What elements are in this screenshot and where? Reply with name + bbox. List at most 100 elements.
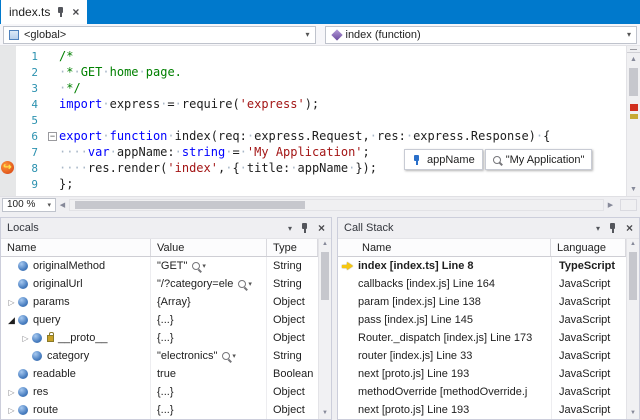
scroll-up-icon[interactable]: ▲ bbox=[319, 239, 331, 250]
locals-scrollbar[interactable]: ▲ ▼ bbox=[318, 239, 331, 419]
locals-row[interactable]: ▷params{Array}Object bbox=[1, 293, 318, 311]
callstack-row[interactable]: Router._dispatch [index.js] Line 173Java… bbox=[338, 329, 626, 347]
scrollbar-thumb[interactable] bbox=[321, 252, 329, 300]
code-line[interactable]: 9}; bbox=[0, 176, 626, 192]
locals-panel-header[interactable]: Locals ▾ × bbox=[1, 218, 331, 239]
locals-row[interactable]: originalUrl"/?category=ele▾String bbox=[1, 275, 318, 293]
line-margin[interactable] bbox=[0, 80, 16, 96]
frame-name: router [index.js] Line 33 bbox=[358, 350, 551, 362]
scroll-down-icon[interactable]: ▼ bbox=[627, 408, 639, 419]
tab-index-ts[interactable]: index.ts × bbox=[1, 0, 87, 24]
chevron-down-icon[interactable]: ▾ bbox=[627, 30, 631, 39]
column-header-name[interactable]: Name bbox=[338, 239, 551, 256]
locals-row[interactable]: readabletrueBoolean bbox=[1, 365, 318, 383]
fold-collapse-icon[interactable]: − bbox=[48, 132, 57, 141]
expander-collapsed-icon[interactable]: ▷ bbox=[5, 388, 18, 397]
code-line[interactable]: 4import·express·=·require('express'); bbox=[0, 96, 626, 112]
scroll-down-icon[interactable]: ▼ bbox=[319, 408, 331, 419]
code-line[interactable]: 1/* bbox=[0, 48, 626, 64]
current-statement-icon[interactable]: ↪ bbox=[1, 161, 14, 174]
scrollbar-thumb[interactable] bbox=[629, 252, 637, 300]
line-margin[interactable] bbox=[0, 112, 16, 128]
current-statement-margin[interactable]: ↪ bbox=[0, 160, 16, 176]
datatip-value[interactable]: "My Application" bbox=[485, 149, 593, 170]
close-tab-icon[interactable]: × bbox=[72, 6, 79, 18]
line-margin[interactable] bbox=[0, 144, 16, 160]
callstack-row[interactable]: next [proto.js] Line 193JavaScript bbox=[338, 401, 626, 419]
pin-icon[interactable] bbox=[300, 222, 310, 234]
chevron-down-icon[interactable]: ▾ bbox=[305, 30, 309, 39]
locals-row[interactable]: ▷__proto__{...}Object bbox=[1, 329, 318, 347]
scroll-up-icon[interactable]: ▲ bbox=[627, 54, 640, 66]
locals-row[interactable]: ▷route{...}Object bbox=[1, 401, 318, 419]
magnifier-dropdown-icon[interactable]: ▾ bbox=[202, 262, 206, 270]
zoom-dropdown[interactable]: 100 % ▾ bbox=[2, 198, 56, 212]
method-icon bbox=[331, 29, 342, 40]
scope-dropdown[interactable]: <global> ▾ bbox=[3, 26, 316, 44]
column-header-language[interactable]: Language bbox=[551, 239, 626, 256]
locals-row[interactable]: originalMethod"GET"▾String bbox=[1, 257, 318, 275]
magnifier-icon[interactable] bbox=[192, 262, 200, 270]
callstack-row[interactable]: router [index.js] Line 33JavaScript bbox=[338, 347, 626, 365]
callstack-row[interactable]: next [proto.js] Line 193JavaScript bbox=[338, 365, 626, 383]
magnifier-icon[interactable] bbox=[493, 156, 501, 164]
expander-expanded-icon[interactable]: ◢ bbox=[5, 315, 18, 326]
line-margin[interactable] bbox=[0, 128, 16, 144]
callstack-row[interactable]: index [index.ts] Line 8TypeScript bbox=[338, 257, 626, 275]
scroll-down-icon[interactable]: ▼ bbox=[627, 184, 640, 196]
window-position-icon[interactable]: ▾ bbox=[596, 224, 600, 233]
magnifier-dropdown-icon[interactable]: ▾ bbox=[248, 280, 252, 288]
callstack-row[interactable]: methodOverride [methodOverride.jJavaScri… bbox=[338, 383, 626, 401]
line-margin[interactable] bbox=[0, 64, 16, 80]
code-line[interactable]: 5 bbox=[0, 112, 626, 128]
expander-collapsed-icon[interactable]: ▷ bbox=[5, 298, 18, 307]
window-position-icon[interactable]: ▾ bbox=[288, 224, 292, 233]
pin-tab-icon[interactable] bbox=[56, 6, 66, 18]
code-token: */ bbox=[66, 81, 80, 95]
callstack-panel-header[interactable]: Call Stack ▾ × bbox=[338, 218, 639, 239]
variable-name: originalUrl bbox=[33, 278, 83, 290]
code-token: 'My Application' bbox=[247, 145, 363, 159]
scroll-up-icon[interactable]: ▲ bbox=[627, 239, 639, 250]
scrollbar-thumb[interactable] bbox=[75, 201, 305, 209]
locals-row[interactable]: category"electronics"▾String bbox=[1, 347, 318, 365]
callstack-row[interactable]: pass [index.js] Line 145JavaScript bbox=[338, 311, 626, 329]
code-line[interactable]: 2·*·GET·home·page. bbox=[0, 64, 626, 80]
magnifier-dropdown-icon[interactable]: ▾ bbox=[232, 352, 236, 360]
callstack-row[interactable]: callbacks [index.js] Line 164JavaScript bbox=[338, 275, 626, 293]
pin-icon[interactable] bbox=[412, 154, 422, 166]
expander-collapsed-icon[interactable]: ▷ bbox=[5, 406, 18, 415]
column-header-type[interactable]: Type bbox=[267, 239, 318, 256]
frame-language: JavaScript bbox=[551, 311, 626, 329]
editor-vertical-scrollbar[interactable]: ▲ ▼ bbox=[626, 46, 640, 196]
variable-type: Boolean bbox=[267, 365, 318, 383]
datatip-variable[interactable]: appName bbox=[404, 149, 483, 170]
column-header-value[interactable]: Value bbox=[151, 239, 267, 256]
locals-row[interactable]: ▷res{...}Object bbox=[1, 383, 318, 401]
scrollbar-split-grip[interactable] bbox=[627, 46, 640, 53]
magnifier-icon[interactable] bbox=[222, 352, 230, 360]
scroll-right-icon[interactable]: ▶ bbox=[604, 201, 617, 209]
code-line[interactable]: 6−export·function·index(req:·express.Req… bbox=[0, 128, 626, 144]
close-icon[interactable]: × bbox=[626, 222, 633, 234]
pin-icon[interactable] bbox=[608, 222, 618, 234]
line-margin[interactable] bbox=[0, 176, 16, 192]
magnifier-icon[interactable] bbox=[238, 280, 246, 288]
editor-horizontal-scrollbar[interactable] bbox=[69, 199, 604, 211]
member-dropdown[interactable]: index (function) ▾ bbox=[325, 26, 638, 44]
datatip-variable-name: appName bbox=[427, 154, 475, 166]
code-line[interactable]: 3·*/ bbox=[0, 80, 626, 96]
callstack-row[interactable]: param [index.js] Line 138JavaScript bbox=[338, 293, 626, 311]
scroll-left-icon[interactable]: ◀ bbox=[56, 201, 69, 209]
property-icon bbox=[18, 279, 28, 289]
column-header-name[interactable]: Name bbox=[1, 239, 151, 256]
close-icon[interactable]: × bbox=[318, 222, 325, 234]
locals-row[interactable]: ◢query{...}Object bbox=[1, 311, 318, 329]
line-margin[interactable] bbox=[0, 96, 16, 112]
line-margin[interactable] bbox=[0, 48, 16, 64]
scrollbar-thumb[interactable] bbox=[629, 68, 638, 96]
callstack-scrollbar[interactable]: ▲ ▼ bbox=[626, 239, 639, 419]
expander-collapsed-icon[interactable]: ▷ bbox=[19, 334, 32, 343]
code-editor[interactable]: 1/*2·*·GET·home·page.3·*/4import·express… bbox=[0, 46, 640, 196]
code-token: appName bbox=[298, 161, 349, 175]
